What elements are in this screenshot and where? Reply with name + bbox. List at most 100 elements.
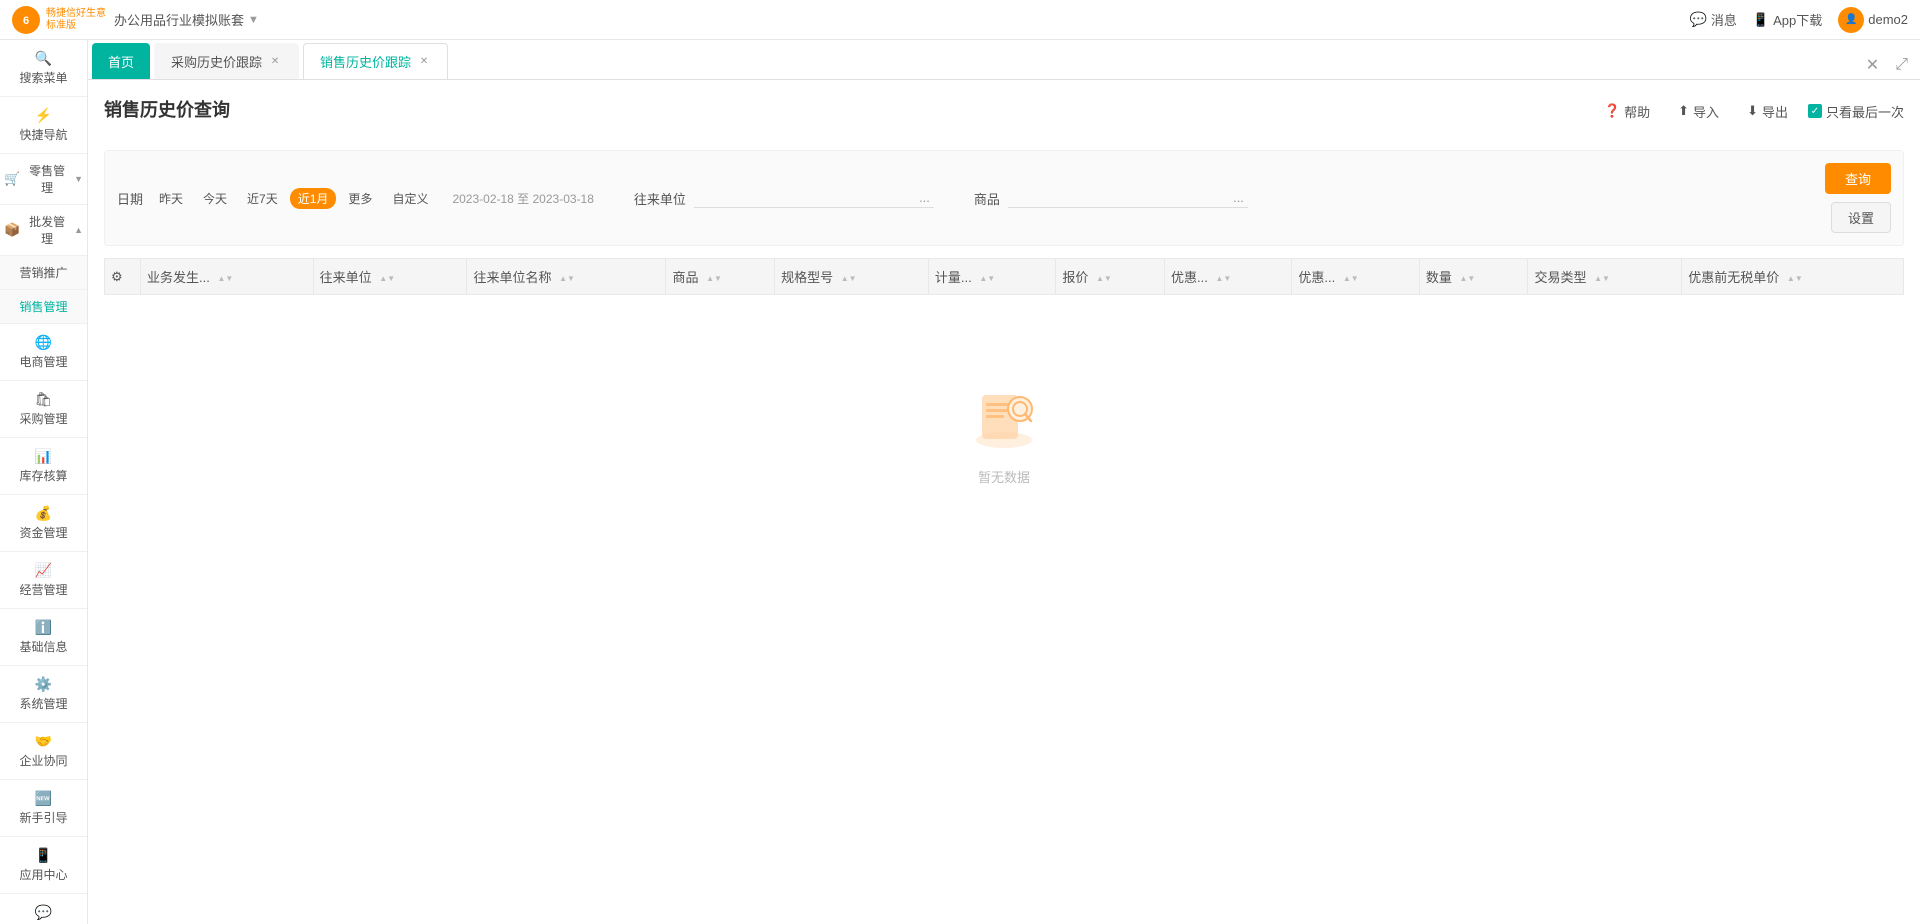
col-discount2[interactable]: 优惠... ▲▼: [1292, 259, 1419, 295]
date-chip-custom[interactable]: 自定义: [384, 188, 436, 209]
gear-icon[interactable]: ⚙: [111, 269, 123, 284]
sort-icons-partner-code[interactable]: ▲▼: [379, 274, 395, 283]
col-pretax-price[interactable]: 优惠前无税单价 ▲▼: [1682, 259, 1904, 295]
tab-close-icon[interactable]: ✕: [1862, 51, 1883, 79]
col-partner-code[interactable]: 往来单位 ▲▼: [313, 259, 467, 295]
tab-purchase-history-close[interactable]: ✕: [268, 55, 282, 69]
sidebar-item-app-center[interactable]: 📱 应用中心: [0, 837, 87, 894]
sidebar-label-basic-info: 基础信息: [19, 638, 67, 655]
partner-input[interactable]: [698, 190, 915, 205]
wholesale-icon: 📦: [4, 222, 20, 238]
sidebar-item-system-mgmt[interactable]: ⚙️ 系统管理: [0, 666, 87, 723]
col-gear[interactable]: ⚙: [105, 259, 141, 295]
sort-icons-discount1[interactable]: ▲▼: [1215, 274, 1231, 283]
sidebar-label-sales-mgmt: 销售管理: [19, 300, 67, 314]
sort-icons-quoted-price[interactable]: ▲▼: [1096, 274, 1112, 283]
export-icon: ⬇: [1747, 103, 1758, 119]
product-ellipsis[interactable]: ...: [1233, 190, 1244, 205]
top-bar-right: 💬 消息 📱 App下载 👤 demo2: [1689, 7, 1908, 33]
date-chip-7days[interactable]: 近7天: [239, 188, 286, 209]
col-discount2-label: 优惠...: [1298, 270, 1335, 285]
sort-icons-pretax-price[interactable]: ▲▼: [1787, 274, 1803, 283]
export-btn[interactable]: ⬇ 导出: [1739, 98, 1796, 125]
sort-icons-product[interactable]: ▲▼: [706, 274, 722, 283]
col-product[interactable]: 商品 ▲▼: [666, 259, 775, 295]
sidebar-item-purchase-mgmt[interactable]: 🛍 采购管理: [0, 381, 87, 438]
sort-icons-discount2[interactable]: ▲▼: [1343, 274, 1359, 283]
toolbar: ❓ 帮助 ⬆ 导入 ⬇ 导出 ✓ 只看最后一次: [1596, 98, 1904, 125]
help-btn[interactable]: ❓ 帮助: [1596, 98, 1658, 125]
partner-filter-group: 往来单位 ...: [634, 188, 934, 208]
col-quantity[interactable]: 数量 ▲▼: [1419, 259, 1528, 295]
sidebar-item-enterprise-collab[interactable]: 🤝 企业协同: [0, 723, 87, 780]
col-biz-date[interactable]: 业务发生... ▲▼: [141, 259, 314, 295]
col-pretax-price-label: 优惠前无税单价: [1688, 270, 1779, 285]
sidebar-item-enterprise-wechat[interactable]: 💬 企业微信: [0, 894, 87, 924]
wechat-icon: 💬: [35, 904, 52, 921]
inventory-icon: 📊: [35, 448, 52, 465]
import-btn[interactable]: ⬆ 导入: [1670, 98, 1727, 125]
sidebar-item-quick-nav[interactable]: ⚡ 快捷导航: [0, 97, 87, 154]
date-chip-today[interactable]: 今天: [195, 188, 235, 209]
data-table: ⚙ 业务发生... ▲▼ 往来单位 ▲▼ 往来单位名称 ▲▼: [104, 258, 1904, 295]
main-layout: 🔍 搜索菜单 ⚡ 快捷导航 🛒 零售管理 ▼ 📦 批发管理 ▲ 营销推广 销售管…: [0, 40, 1920, 924]
sidebar-item-finance-mgmt[interactable]: 💰 资金管理: [0, 495, 87, 552]
col-partner-name-label: 往来单位名称: [473, 270, 551, 285]
product-input[interactable]: [1012, 190, 1229, 205]
date-chip-more[interactable]: 更多: [340, 188, 380, 209]
tab-home[interactable]: 首页: [92, 43, 150, 79]
export-label: 导出: [1762, 102, 1788, 121]
system-icon: ⚙️: [35, 676, 52, 693]
tab-purchase-history[interactable]: 采购历史价跟踪 ✕: [154, 43, 299, 79]
sort-icons-spec[interactable]: ▲▼: [841, 274, 857, 283]
sort-icons-unit[interactable]: ▲▼: [979, 274, 995, 283]
settings-button[interactable]: 设置: [1831, 202, 1891, 233]
col-quoted-price[interactable]: 报价 ▲▼: [1056, 259, 1165, 295]
empty-state: 暂无数据: [104, 295, 1904, 566]
sidebar-item-wholesale-mgmt[interactable]: 📦 批发管理 ▲: [0, 205, 87, 256]
tab-expand-icon[interactable]: ⤢: [1891, 52, 1912, 78]
tab-sales-history[interactable]: 销售历史价跟踪 ✕: [303, 43, 448, 79]
top-bar-title[interactable]: 办公用品行业模拟账套 ▼: [114, 10, 259, 29]
sidebar-item-sales-mgmt[interactable]: 销售管理: [0, 290, 87, 324]
svg-text:6: 6: [23, 15, 29, 27]
dropdown-chevron-icon[interactable]: ▼: [248, 14, 259, 26]
sidebar-item-search-menu[interactable]: 🔍 搜索菜单: [0, 40, 87, 97]
col-partner-name[interactable]: 往来单位名称 ▲▼: [467, 259, 666, 295]
sort-icons-quantity[interactable]: ▲▼: [1459, 274, 1475, 283]
col-spec[interactable]: 规格型号 ▲▼: [775, 259, 929, 295]
col-discount1[interactable]: 优惠... ▲▼: [1164, 259, 1291, 295]
tabs-actions: ✕ ⤢: [1862, 51, 1920, 79]
filter-query-wrapper: 查询 设置: [1825, 163, 1891, 233]
tab-home-label: 首页: [108, 52, 134, 71]
sidebar-item-marketing[interactable]: 营销推广: [0, 256, 87, 290]
sidebar-item-ecommerce-mgmt[interactable]: 🌐 电商管理: [0, 324, 87, 381]
sort-icons-trade-type[interactable]: ▲▼: [1594, 274, 1610, 283]
col-product-label: 商品: [672, 270, 698, 285]
messages-btn[interactable]: 💬 消息: [1689, 10, 1736, 29]
sidebar-label-app-center: 应用中心: [19, 866, 67, 883]
date-chip-1month[interactable]: 近1月: [290, 188, 337, 209]
sidebar-item-ops-mgmt[interactable]: 📈 经营管理: [0, 552, 87, 609]
col-unit-label: 计量...: [935, 270, 972, 285]
sort-icons-partner-name[interactable]: ▲▼: [559, 274, 575, 283]
only-last-checkbox[interactable]: ✓ 只看最后一次: [1808, 102, 1904, 121]
phone-icon: 📱: [1753, 12, 1769, 28]
query-button[interactable]: 查询: [1825, 163, 1891, 194]
date-chip-yesterday[interactable]: 昨天: [151, 188, 191, 209]
tab-sales-history-close[interactable]: ✕: [417, 55, 431, 69]
sidebar-item-inventory-check[interactable]: 📊 库存核算: [0, 438, 87, 495]
col-trade-type[interactable]: 交易类型 ▲▼: [1528, 259, 1682, 295]
basic-info-icon: ℹ️: [35, 619, 52, 636]
message-icon: 💬: [1689, 11, 1706, 28]
col-quoted-price-label: 报价: [1062, 270, 1088, 285]
sort-icons-biz-date[interactable]: ▲▼: [217, 274, 233, 283]
partner-ellipsis[interactable]: ...: [919, 190, 930, 205]
app-download-btn[interactable]: 📱 App下载: [1753, 10, 1822, 29]
col-unit[interactable]: 计量... ▲▼: [928, 259, 1055, 295]
sidebar-item-basic-info[interactable]: ℹ️ 基础信息: [0, 609, 87, 666]
user-btn[interactable]: 👤 demo2: [1838, 7, 1908, 33]
sidebar-item-retail-mgmt[interactable]: 🛒 零售管理 ▼: [0, 154, 87, 205]
sidebar-item-beginner-guide[interactable]: 🆕 新手引导: [0, 780, 87, 837]
search-icon: 🔍: [35, 50, 52, 67]
